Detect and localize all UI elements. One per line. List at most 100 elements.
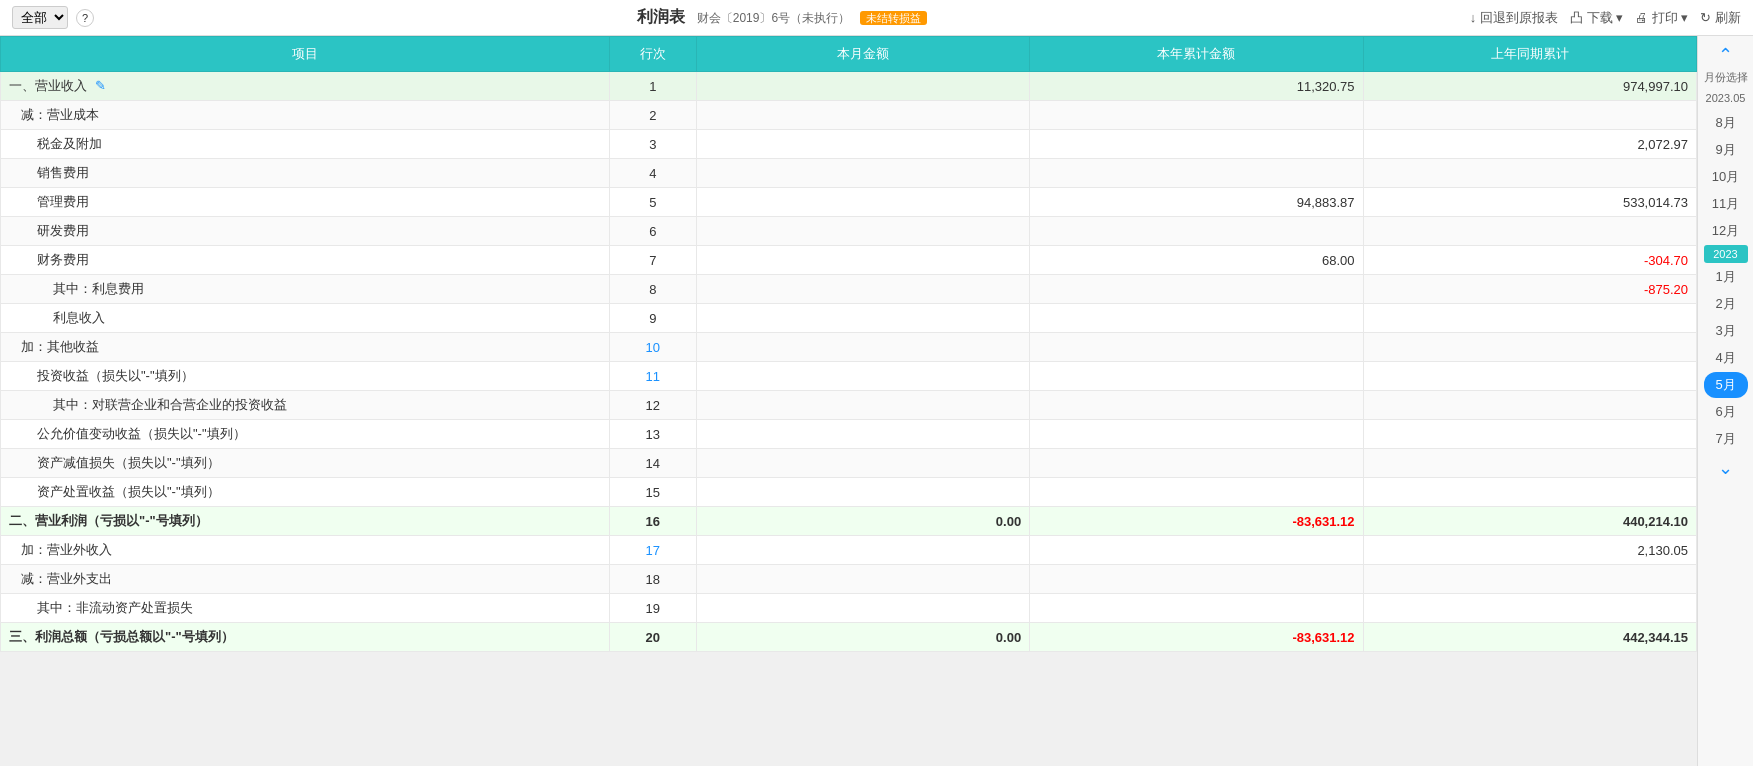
sidebar-month-item[interactable]: 1月 (1704, 264, 1748, 290)
cell-month-amount (696, 275, 1029, 304)
report-title: 利润表 (637, 8, 685, 25)
cell-row-num: 9 (609, 304, 696, 333)
sidebar-month-item[interactable]: 3月 (1704, 318, 1748, 344)
cell-month-amount (696, 246, 1029, 275)
year-display: 2023.05 (1704, 88, 1748, 108)
sidebar-month-item[interactable]: 11月 (1704, 191, 1748, 217)
table-row: 二、营业利润（亏损以"-"号填列）160.00-83,631.12440,214… (1, 507, 1697, 536)
cell-month-amount (696, 130, 1029, 159)
cell-year-amount (1030, 565, 1363, 594)
cell-month-amount (696, 478, 1029, 507)
cell-prev-amount: 2,072.97 (1363, 130, 1696, 159)
cell-year-amount: 94,883.87 (1030, 188, 1363, 217)
cell-row-num: 14 (609, 449, 696, 478)
cell-item: 销售费用 (1, 159, 610, 188)
sidebar-month-item[interactable]: 5月 (1704, 372, 1748, 398)
cell-year-amount (1030, 362, 1363, 391)
table-row: 加：营业外收入17 2,130.05 (1, 536, 1697, 565)
download-button[interactable]: 凸 下载 ▾ (1570, 9, 1623, 27)
cell-item: 其中：非流动资产处置损失 (1, 594, 610, 623)
report-subtitle: 财会〔2019〕6号（未执行） (697, 11, 850, 25)
cell-item: 加：营业外收入 (1, 536, 610, 565)
table-row: 一、营业收入 ✎111,320.75974,997.10 (1, 72, 1697, 101)
cell-row-num: 15 (609, 478, 696, 507)
cell-item: 税金及附加 (1, 130, 610, 159)
table-row: 其中：非流动资产处置损失19 (1, 594, 1697, 623)
cell-prev-amount (1363, 333, 1696, 362)
cell-row-num: 1 (609, 72, 696, 101)
sidebar-month-item[interactable]: 8月 (1704, 110, 1748, 136)
scroll-down-arrow[interactable]: ⌄ (1714, 453, 1737, 483)
cell-month-amount (696, 449, 1029, 478)
top-bar-left: 全部 ? (12, 6, 94, 29)
report-table: 项目 行次 本月金额 本年累计金额 上年同期累计 一、营业收入 ✎111,320… (0, 36, 1697, 652)
cell-year-amount (1030, 536, 1363, 565)
header-prev: 上年同期累计 (1363, 37, 1696, 72)
cell-month-amount: 0.00 (696, 623, 1029, 652)
cell-item: 管理费用 (1, 188, 610, 217)
sidebar-month-item[interactable]: 12月 (1704, 218, 1748, 244)
cell-year-amount (1030, 420, 1363, 449)
scroll-up-arrow[interactable]: ⌃ (1714, 40, 1737, 70)
sidebar-month-item[interactable]: 9月 (1704, 137, 1748, 163)
cell-prev-amount (1363, 217, 1696, 246)
cell-row-num: 5 (609, 188, 696, 217)
cell-row-num: 2 (609, 101, 696, 130)
cell-row-num: 16 (609, 507, 696, 536)
title-area: 利润表 财会〔2019〕6号（未执行） 未结转损益 (94, 7, 1470, 28)
table-row: 投资收益（损失以"-"填列）11 (1, 362, 1697, 391)
cell-item: 二、营业利润（亏损以"-"号填列） (1, 507, 610, 536)
cell-year-amount (1030, 159, 1363, 188)
cell-year-amount: 68.00 (1030, 246, 1363, 275)
cell-year-amount (1030, 391, 1363, 420)
table-row: 销售费用4 (1, 159, 1697, 188)
cell-row-num: 13 (609, 420, 696, 449)
header-month: 本月金额 (696, 37, 1029, 72)
table-row: 税金及附加32,072.97 (1, 130, 1697, 159)
cell-year-amount (1030, 594, 1363, 623)
cell-year-amount (1030, 130, 1363, 159)
sidebar-month-item[interactable]: 2月 (1704, 291, 1748, 317)
cell-prev-amount: 2,130.05 (1363, 536, 1696, 565)
table-row: 其中：利息费用8-875.20 (1, 275, 1697, 304)
cell-prev-amount: 974,997.10 (1363, 72, 1696, 101)
cell-item: 其中：利息费用 (1, 275, 610, 304)
help-icon[interactable]: ? (76, 9, 94, 27)
cell-item: 资产减值损失（损失以"-"填列） (1, 449, 610, 478)
cell-item: 减：营业外支出 (1, 565, 610, 594)
cell-year-amount (1030, 275, 1363, 304)
back-button[interactable]: ↓ 回退到原报表 (1470, 9, 1558, 27)
print-button[interactable]: 🖨 打印 ▾ (1635, 9, 1688, 27)
cell-row-num: 6 (609, 217, 696, 246)
sidebar-month-item[interactable]: 7月 (1704, 426, 1748, 452)
month-selector-label: 月份选择 (1704, 70, 1748, 85)
cell-month-amount (696, 420, 1029, 449)
status-badge: 未结转损益 (860, 11, 927, 25)
sidebar-month-item[interactable]: 4月 (1704, 345, 1748, 371)
cell-item: 加：其他收益 (1, 333, 610, 362)
cell-year-amount (1030, 449, 1363, 478)
cell-item: 一、营业收入 ✎ (1, 72, 610, 101)
table-row: 研发费用6 (1, 217, 1697, 246)
sidebar-month-item[interactable]: 6月 (1704, 399, 1748, 425)
cell-month-amount (696, 101, 1029, 130)
refresh-button[interactable]: ↻ 刷新 (1700, 9, 1741, 27)
edit-icon[interactable]: ✎ (91, 78, 106, 93)
cell-year-amount (1030, 217, 1363, 246)
main-container: 项目 行次 本月金额 本年累计金额 上年同期累计 一、营业收入 ✎111,320… (0, 36, 1753, 766)
table-header-row: 项目 行次 本月金额 本年累计金额 上年同期累计 (1, 37, 1697, 72)
content-area: 项目 行次 本月金额 本年累计金额 上年同期累计 一、营业收入 ✎111,320… (0, 36, 1697, 766)
cell-month-amount (696, 333, 1029, 362)
sidebar-month-item[interactable]: 10月 (1704, 164, 1748, 190)
cell-row-num: 8 (609, 275, 696, 304)
cell-row-num: 4 (609, 159, 696, 188)
cell-row-num: 17 (609, 536, 696, 565)
table-row: 财务费用768.00-304.70 (1, 246, 1697, 275)
cell-row-num: 10 (609, 333, 696, 362)
cell-month-amount (696, 594, 1029, 623)
scope-dropdown[interactable]: 全部 (12, 6, 68, 29)
cell-row-num: 12 (609, 391, 696, 420)
cell-month-amount (696, 362, 1029, 391)
cell-prev-amount (1363, 159, 1696, 188)
cell-row-num: 20 (609, 623, 696, 652)
